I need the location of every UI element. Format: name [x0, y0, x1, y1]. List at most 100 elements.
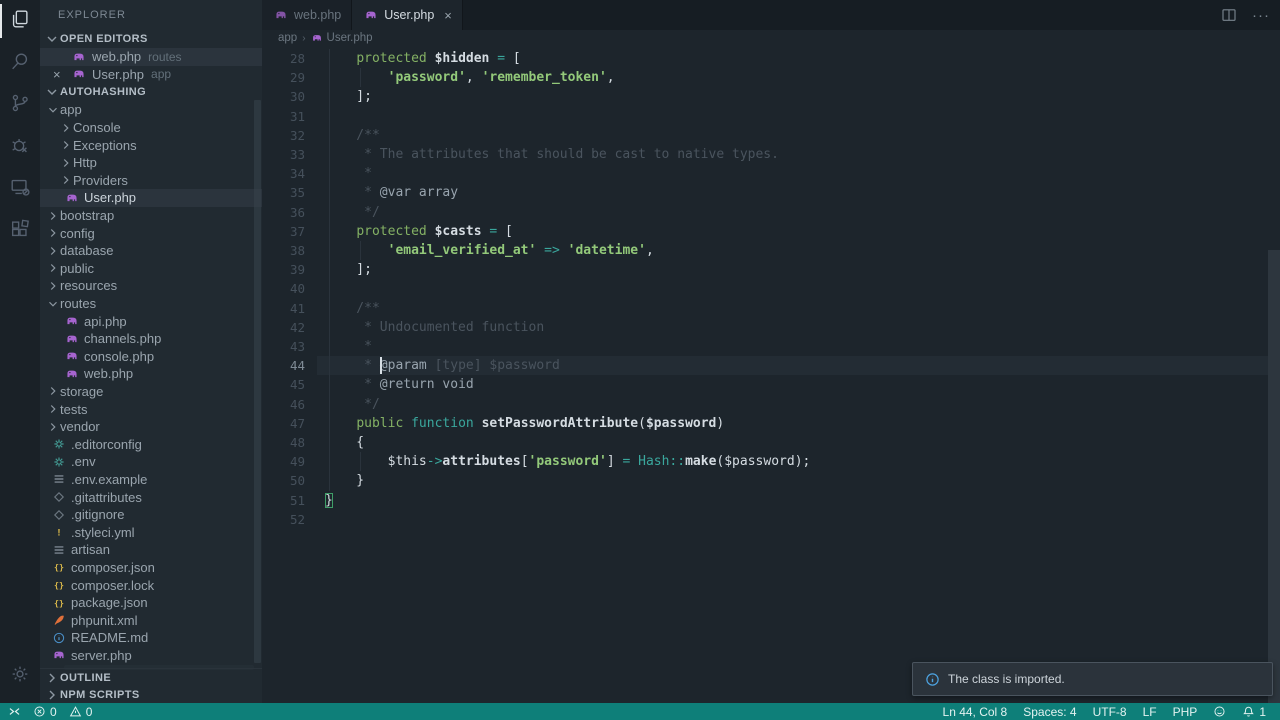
php-icon [65, 314, 79, 328]
breadcrumb[interactable]: app › User.php [262, 30, 1280, 46]
tree-folder-routes[interactable]: routes [40, 295, 262, 313]
activity-bar-debug[interactable] [0, 126, 40, 168]
tree-file-User.php[interactable]: User.php [40, 189, 262, 207]
status-errors[interactable]: 0 [33, 703, 57, 720]
tree-file-.gitattributes[interactable]: .gitattributes [40, 488, 262, 506]
tree-file-.gitignore[interactable]: .gitignore [40, 506, 262, 524]
code-line-29[interactable]: 29 'password', 'remember_token', [262, 68, 1280, 87]
activity-bar-search[interactable] [0, 42, 40, 84]
code-line-44[interactable]: 44 * @param [type] $password [262, 356, 1280, 375]
tree-folder-Console[interactable]: Console [40, 119, 262, 137]
code-line-28[interactable]: 28 protected $hidden = [ [262, 49, 1280, 68]
tree-file-package.json[interactable]: {} package.json [40, 594, 262, 612]
status-eol[interactable]: LF [1143, 703, 1157, 720]
code-line-46[interactable]: 46 */ [262, 395, 1280, 414]
code-line-49[interactable]: 49 $this->attributes['password'] = Hash:… [262, 452, 1280, 471]
status-language-mode[interactable]: PHP [1173, 703, 1198, 720]
npm-scripts-section[interactable]: NPM SCRIPTS [40, 686, 262, 703]
code-line-45[interactable]: 45 * @return void [262, 375, 1280, 394]
code-line-51[interactable]: 51} [262, 491, 1280, 510]
tree-file-phpunit.xml[interactable]: phpunit.xml [40, 611, 262, 629]
code-line-39[interactable]: 39 ]; [262, 260, 1280, 279]
code-line-32[interactable]: 32 /** [262, 126, 1280, 145]
code-line-38[interactable]: 38 'email_verified_at' => 'datetime', [262, 241, 1280, 260]
code-line-31[interactable]: 31 [262, 107, 1280, 126]
code-line-34[interactable]: 34 * [262, 164, 1280, 183]
tree-file-artisan[interactable]: artisan [40, 541, 262, 559]
code-line-52[interactable]: 52 [262, 510, 1280, 529]
tree-file-api.php[interactable]: api.php [40, 312, 262, 330]
status-notifications-bell[interactable]: 1 [1242, 703, 1266, 720]
tree-file-web.php[interactable]: web.php [40, 365, 262, 383]
status-indentation[interactable]: Spaces: 4 [1023, 703, 1076, 720]
tree-file-.env.example[interactable]: .env.example [40, 471, 262, 489]
tree-folder-resources[interactable]: resources [40, 277, 262, 295]
tree-file-.env[interactable]: .env [40, 453, 262, 471]
close-icon[interactable]: × [53, 67, 61, 82]
tree-item-label: routes [60, 296, 97, 312]
activity-bar-explorer[interactable] [0, 0, 40, 42]
split-editor-icon[interactable] [1218, 4, 1240, 26]
breadcrumb-item-file[interactable]: User.php [327, 32, 373, 44]
status-warnings[interactable]: 0 [69, 703, 92, 720]
tree-folder-database[interactable]: database [40, 242, 262, 260]
tree-folder-config[interactable]: config [40, 224, 262, 242]
code-editor[interactable]: 28 protected $hidden = [29 'password', '… [262, 46, 1280, 703]
code-line-40[interactable]: 40 [262, 279, 1280, 298]
status-cursor-position[interactable]: Ln 44, Col 8 [943, 703, 1008, 720]
sidebar-scrollbar[interactable] [254, 100, 261, 663]
tree-file-channels.php[interactable]: channels.php [40, 330, 262, 348]
status-label: PHP [1172, 704, 1198, 719]
code-line-43[interactable]: 43 * [262, 337, 1280, 356]
line-number: 42 [289, 319, 305, 335]
code-line-48[interactable]: 48 { [262, 433, 1280, 452]
line-number: 51 [289, 492, 305, 508]
outline-section[interactable]: OUTLINE [40, 668, 262, 686]
activity-bar-extensions[interactable] [0, 210, 40, 252]
open-editor-User.php[interactable]: × User.php app [40, 66, 262, 84]
breadcrumb-item-app[interactable]: app [278, 32, 297, 44]
code-line-47[interactable]: 47 public function setPasswordAttribute(… [262, 414, 1280, 433]
code-line-50[interactable]: 50 } [262, 471, 1280, 490]
tab-User.php[interactable]: User.php × [352, 0, 463, 30]
tree-file-console.php[interactable]: console.php [40, 348, 262, 366]
close-icon[interactable]: × [444, 8, 452, 23]
tree-file-.styleci.yml[interactable]: ! .styleci.yml [40, 523, 262, 541]
gear-icon[interactable] [0, 653, 40, 695]
tree-folder-Http[interactable]: Http [40, 154, 262, 172]
activity-bar-remote-explorer[interactable] [0, 168, 40, 210]
tree-folder-vendor[interactable]: vendor [40, 418, 262, 436]
more-actions-icon[interactable]: ··· [1250, 4, 1272, 26]
tree-folder-public[interactable]: public [40, 260, 262, 278]
code-line-33[interactable]: 33 * The attributes that should be cast … [262, 145, 1280, 164]
tree-folder-bootstrap[interactable]: bootstrap [40, 207, 262, 225]
code-line-42[interactable]: 42 * Undocumented function [262, 318, 1280, 337]
code-line-41[interactable]: 41 /** [262, 299, 1280, 318]
open-editor-web.php[interactable]: web.php routes [40, 48, 262, 66]
notification-toast[interactable]: The class is imported. [912, 662, 1273, 696]
tree-file-README.md[interactable]: README.md [40, 629, 262, 647]
open-editors-header[interactable]: OPEN EDITORS [40, 30, 262, 48]
code-line-37[interactable]: 37 protected $casts = [ [262, 222, 1280, 241]
tree-folder-storage[interactable]: storage [40, 383, 262, 401]
project-section-header[interactable]: AUTOHASHING [40, 83, 262, 101]
editor-scrollbar[interactable] [1268, 250, 1280, 703]
tree-folder-Exceptions[interactable]: Exceptions [40, 136, 262, 154]
tree-file-.editorconfig[interactable]: .editorconfig [40, 435, 262, 453]
code-line-30[interactable]: 30 ]; [262, 87, 1280, 106]
activity-bar-source-control[interactable] [0, 84, 40, 126]
tree-folder-app[interactable]: app [40, 101, 262, 119]
status-feedback[interactable] [1213, 703, 1226, 720]
code-line-35[interactable]: 35 * @var array [262, 183, 1280, 202]
tree-file-composer.lock[interactable]: {} composer.lock [40, 576, 262, 594]
tree-folder-tests[interactable]: tests [40, 400, 262, 418]
tree-file-composer.json[interactable]: {} composer.json [40, 559, 262, 577]
status-remote-indicator[interactable] [8, 703, 21, 720]
status-encoding[interactable]: UTF-8 [1093, 703, 1127, 720]
json-file-icon: {} [52, 560, 66, 574]
code-line-36[interactable]: 36 */ [262, 203, 1280, 222]
tree-folder-Providers[interactable]: Providers [40, 172, 262, 190]
line-number: 29 [289, 70, 305, 86]
tab-web.php[interactable]: web.php [262, 0, 353, 30]
tree-file-server.php[interactable]: server.php [40, 647, 262, 665]
